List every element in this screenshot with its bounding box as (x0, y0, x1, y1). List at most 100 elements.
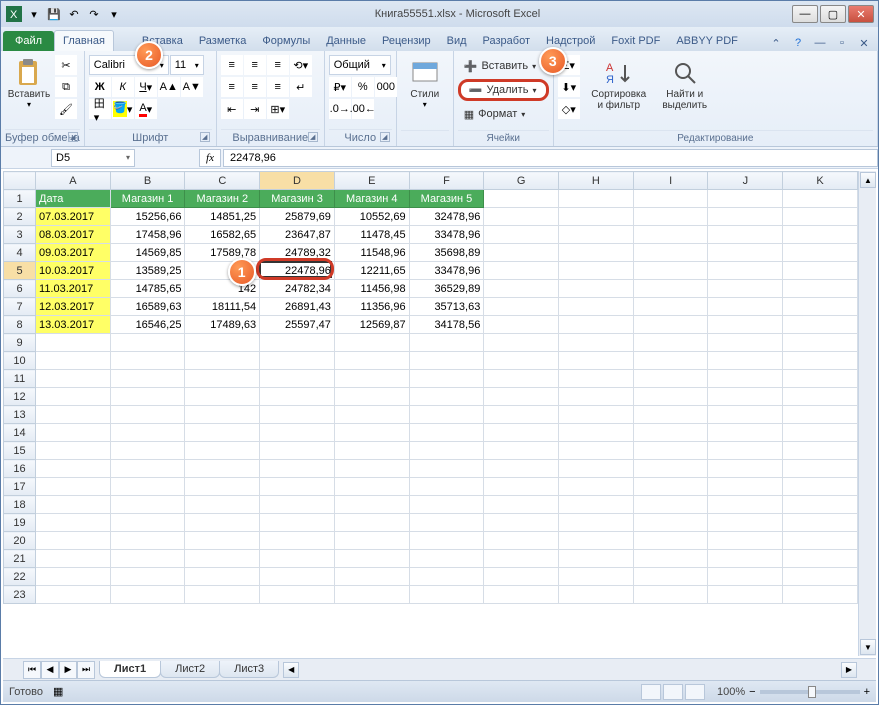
cell-A7[interactable]: 12.03.2017 (36, 298, 111, 316)
increase-indent-icon[interactable]: ⇥ (244, 99, 266, 119)
clear-icon[interactable]: ◇▾ (558, 99, 580, 119)
cell[interactable] (783, 442, 858, 460)
cell[interactable] (559, 190, 634, 208)
cell[interactable] (110, 370, 185, 388)
align-bottom-icon[interactable]: ≡ (267, 55, 289, 75)
horizontal-scrollbar[interactable]: ◀ ▶ (282, 661, 858, 679)
cell[interactable] (559, 550, 634, 568)
cell-C7[interactable]: 18111,54 (185, 298, 260, 316)
cell[interactable] (708, 460, 783, 478)
cell[interactable] (260, 568, 335, 586)
cell[interactable] (783, 352, 858, 370)
italic-icon[interactable]: К (112, 77, 134, 97)
cell[interactable] (409, 460, 484, 478)
alignment-launcher-icon[interactable]: ◢ (308, 132, 318, 142)
row-header-20[interactable]: 20 (4, 532, 36, 550)
row-header-9[interactable]: 9 (4, 334, 36, 352)
cell[interactable] (185, 568, 260, 586)
cell-A3[interactable]: 08.03.2017 (36, 226, 111, 244)
cell[interactable] (559, 406, 634, 424)
row-header-13[interactable]: 13 (4, 406, 36, 424)
row-header-22[interactable]: 22 (4, 568, 36, 586)
zoom-slider[interactable] (760, 690, 860, 694)
cell[interactable] (110, 388, 185, 406)
sort-filter-button[interactable]: АЯ Сортировка и фильтр (586, 55, 652, 113)
cell-F5[interactable]: 33478,96 (409, 262, 484, 280)
cell[interactable] (409, 496, 484, 514)
font-launcher-icon[interactable]: ◢ (200, 132, 210, 142)
cell[interactable] (185, 496, 260, 514)
cell[interactable] (633, 334, 708, 352)
sheet-tab-3[interactable]: Лист3 (219, 661, 279, 678)
cell[interactable] (708, 280, 783, 298)
sheet-tab-1[interactable]: Лист1 (99, 661, 161, 678)
cell[interactable] (633, 226, 708, 244)
cell[interactable] (783, 208, 858, 226)
cell[interactable] (783, 244, 858, 262)
cell[interactable] (783, 424, 858, 442)
cell[interactable] (36, 424, 111, 442)
cell[interactable] (633, 298, 708, 316)
cell[interactable] (260, 388, 335, 406)
tab-data[interactable]: Данные (318, 31, 374, 51)
row-header-2[interactable]: 2 (4, 208, 36, 226)
cell[interactable] (633, 442, 708, 460)
cell[interactable] (484, 496, 559, 514)
cell[interactable] (708, 550, 783, 568)
cut-icon[interactable]: ✂ (55, 55, 77, 75)
cell-E6[interactable]: 11456,98 (334, 280, 409, 298)
cell[interactable] (783, 568, 858, 586)
cell[interactable] (36, 370, 111, 388)
cell[interactable] (260, 586, 335, 604)
cell[interactable] (708, 316, 783, 334)
cell-B2[interactable]: 15256,66 (110, 208, 185, 226)
cell[interactable] (484, 424, 559, 442)
cell[interactable] (783, 226, 858, 244)
cell-F7[interactable]: 35713,63 (409, 298, 484, 316)
help-icon[interactable]: ? (790, 35, 806, 51)
cell[interactable] (484, 262, 559, 280)
zoom-out-icon[interactable]: − (749, 686, 755, 698)
window-close-icon[interactable]: ✕ (856, 35, 872, 51)
select-all-corner[interactable] (4, 172, 36, 190)
cell[interactable] (260, 442, 335, 460)
format-painter-icon[interactable]: 🖌 (55, 99, 77, 119)
cell[interactable] (708, 244, 783, 262)
cell[interactable] (260, 352, 335, 370)
cell[interactable] (484, 532, 559, 550)
cell-D8[interactable]: 25597,47 (260, 316, 335, 334)
header-cell[interactable]: Магазин 3 (260, 190, 335, 208)
paste-dropdown-icon[interactable]: ▾ (27, 100, 31, 109)
minimize-button[interactable]: — (792, 5, 818, 23)
cell[interactable] (334, 334, 409, 352)
cell-D6[interactable]: 24782,34 (260, 280, 335, 298)
row-header-21[interactable]: 21 (4, 550, 36, 568)
copy-icon[interactable]: ⧉ (55, 77, 77, 97)
cell-C3[interactable]: 16582,65 (185, 226, 260, 244)
row-header-4[interactable]: 4 (4, 244, 36, 262)
tab-view[interactable]: Вид (439, 31, 475, 51)
insert-cells-button[interactable]: ➕ Вставить ▾ (458, 55, 549, 77)
cell[interactable] (484, 586, 559, 604)
cell[interactable] (185, 388, 260, 406)
row-header-16[interactable]: 16 (4, 460, 36, 478)
cell[interactable] (484, 568, 559, 586)
increase-font-icon[interactable]: A▲ (158, 77, 180, 97)
cell[interactable] (708, 226, 783, 244)
cell[interactable] (409, 424, 484, 442)
cell[interactable] (783, 478, 858, 496)
cell[interactable] (633, 190, 708, 208)
cell[interactable] (409, 568, 484, 586)
cell[interactable] (708, 370, 783, 388)
number-launcher-icon[interactable]: ◢ (380, 132, 390, 142)
cell-D7[interactable]: 26891,43 (260, 298, 335, 316)
decrease-indent-icon[interactable]: ⇤ (221, 99, 243, 119)
sheet-tab-2[interactable]: Лист2 (160, 661, 220, 678)
number-format-combo[interactable]: Общий▾ (329, 55, 391, 75)
cell[interactable] (708, 442, 783, 460)
cell-E4[interactable]: 11548,96 (334, 244, 409, 262)
cell[interactable] (559, 460, 634, 478)
cell[interactable] (110, 406, 185, 424)
cell[interactable] (559, 226, 634, 244)
row-header-14[interactable]: 14 (4, 424, 36, 442)
